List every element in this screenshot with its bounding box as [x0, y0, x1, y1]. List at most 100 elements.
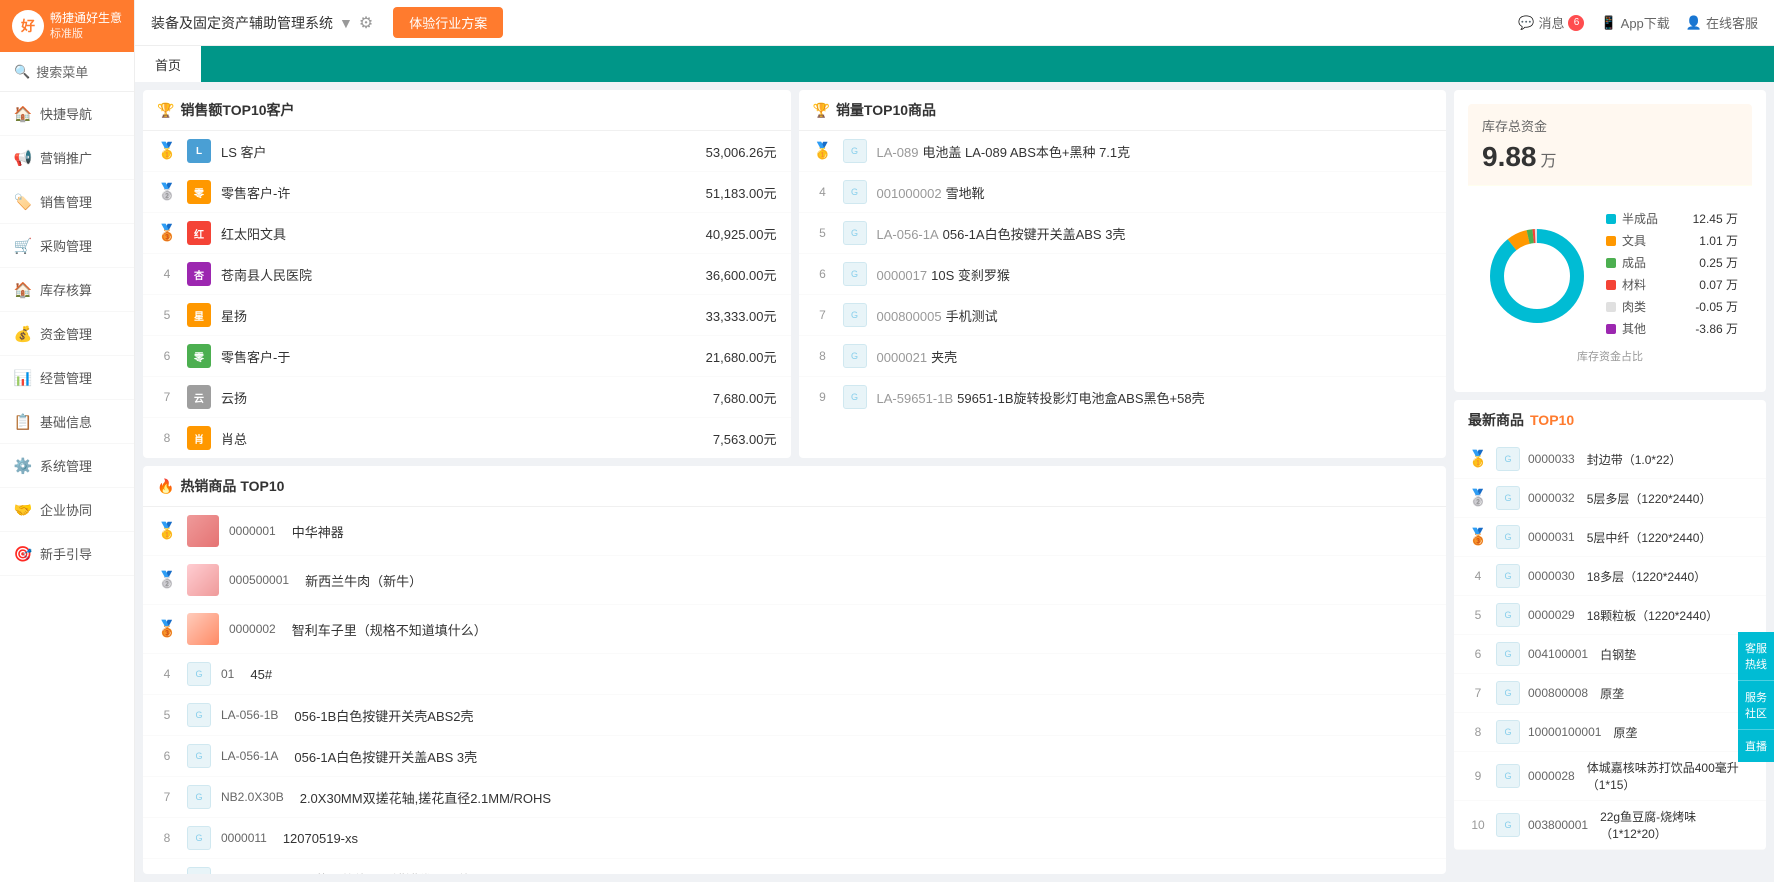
product-thumb: G — [843, 139, 867, 163]
product-thumb: G — [1496, 681, 1520, 705]
legend-item: 半成品 12.45 万 — [1606, 210, 1738, 227]
left-panel: 🏆 销售额TOP10客户 🥇 L LS 客户 53,006.26元 — [135, 82, 1454, 882]
sidebar-item-marketing[interactable]: 📢 营销推广 — [0, 136, 134, 180]
table-row: 4 G 001000002雪地靴 — [799, 172, 1447, 213]
main-area: 装备及固定资产辅助管理系统 ▼ ⚙ 体验行业方案 💬 消息 6 📱 App下载 … — [135, 0, 1774, 882]
table-row: 🥉 红 红太阳文具 40,925.00元 — [143, 213, 791, 254]
live-btn[interactable]: 直播 — [1738, 730, 1774, 762]
content-area: 🏆 销售额TOP10客户 🥇 L LS 客户 53,006.26元 — [135, 82, 1774, 882]
table-row: 8 G 0000021夹壳 — [799, 336, 1447, 377]
product-thumb: G — [1496, 486, 1520, 510]
legend-dot — [1606, 214, 1616, 224]
inventory-legend: 半成品 12.45 万 文具 1.01 万 成品 0 — [1606, 210, 1738, 342]
messages-badge: 6 — [1568, 15, 1584, 31]
marketing-icon: 📢 — [14, 149, 32, 167]
right-panel: 库存总资金 9.88 万 — [1454, 82, 1774, 882]
online-service-btn[interactable]: 👤 在线客服 — [1686, 13, 1758, 32]
rank-icon: 🥇 — [157, 141, 177, 161]
product-thumb: G — [843, 385, 867, 409]
settings-icon[interactable]: ⚙ — [359, 13, 373, 33]
table-row: 7 云 云扬 7,680.00元 — [143, 377, 791, 418]
sidebar-item-guide[interactable]: 🎯 新手引导 — [0, 532, 134, 576]
avatar: 星 — [187, 303, 211, 327]
inventory-icon: 🏠 — [14, 281, 32, 299]
system-icon: ⚙️ — [14, 457, 32, 475]
tab-home[interactable]: 首页 — [135, 46, 201, 82]
product-thumb: G — [843, 303, 867, 327]
trial-btn[interactable]: 体验行业方案 — [393, 7, 503, 38]
table-row: 6 G 000001710S 变刹罗猴 — [799, 254, 1447, 295]
dropdown-icon[interactable]: ▼ — [339, 15, 353, 31]
donut-chart — [1482, 221, 1592, 331]
sidebar-item-basic-info[interactable]: 📋 基础信息 — [0, 400, 134, 444]
product-thumb: G — [187, 703, 211, 727]
search-menu[interactable]: 🔍 搜索菜单 — [0, 52, 134, 92]
service-icon: 👤 — [1686, 15, 1702, 31]
list-item: 5 G 0000029 18颗粒板（1220*2440） — [1454, 596, 1766, 635]
list-item: 9 G 0000028 体城嘉核味苏打饮品400毫升（1*15） — [1454, 752, 1766, 801]
hot-products-card: 🔥 热销商品 TOP10 🥇 0000001 中华神器 — [143, 466, 1446, 874]
search-icon: 🔍 — [14, 64, 30, 80]
table-row: 8 肖 肖总 7,563.00元 — [143, 418, 791, 458]
product-thumb: G — [1496, 720, 1520, 744]
topbar-right: 💬 消息 6 📱 App下载 👤 在线客服 — [1518, 13, 1758, 32]
legend-item: 材料 0.07 万 — [1606, 276, 1738, 293]
home-icon: 🏠 — [14, 105, 32, 123]
sales-qty-top10-card: 🏆 销量TOP10商品 🥇 G LA-089电池盖 LA-089 ABS本色+黑… — [799, 90, 1447, 458]
sidebar-item-operations[interactable]: 📊 经营管理 — [0, 356, 134, 400]
topbar: 装备及固定资产辅助管理系统 ▼ ⚙ 体验行业方案 💬 消息 6 📱 App下载 … — [135, 0, 1774, 46]
list-item: 🥇 G 0000033 封边带（1.0*22） — [1454, 440, 1766, 479]
product-thumb: G — [187, 867, 211, 874]
list-item: 🥉 G 0000031 5层中纤（1220*2440） — [1454, 518, 1766, 557]
avatar: L — [187, 139, 211, 163]
customer-service-btn[interactable]: 客服 热线 — [1738, 632, 1774, 681]
sidebar-item-finance[interactable]: 💰 资金管理 — [0, 312, 134, 356]
list-item: 7 G 000800008 原垄 — [1454, 674, 1766, 713]
sidebar-item-inventory[interactable]: 🏠 库存核算 — [0, 268, 134, 312]
sidebar-logo: 好 畅捷通好生意 标准版 — [0, 0, 134, 52]
rank-icon: 🥈 — [157, 182, 177, 202]
new-products-card: 最新商品 TOP10 🥇 G 0000033 封边带（1.0*22） 🥈 G 0… — [1454, 400, 1766, 850]
inventory-title: 库存总资金 — [1482, 116, 1738, 135]
community-btn[interactable]: 服务 社区 — [1738, 681, 1774, 730]
rank-icon: 🥉 — [157, 223, 177, 243]
message-icon: 💬 — [1518, 15, 1534, 31]
legend-dot — [1606, 236, 1616, 246]
product-image — [187, 564, 219, 596]
inventory-card: 库存总资金 9.88 万 — [1454, 90, 1766, 392]
product-thumb: G — [1496, 525, 1520, 549]
list-item: 8 G 0000011 12070519-xs — [143, 818, 1446, 859]
inventory-label: 库存资金占比 — [1482, 348, 1738, 364]
app-download-btn[interactable]: 📱 App下载 — [1600, 13, 1669, 32]
logo-text: 畅捷通好生意 标准版 — [50, 11, 122, 41]
sidebar-item-quick-nav[interactable]: 🏠 快捷导航 — [0, 92, 134, 136]
sidebar-item-system[interactable]: ⚙️ 系统管理 — [0, 444, 134, 488]
customers-top10-card: 🏆 销售额TOP10客户 🥇 L LS 客户 53,006.26元 — [143, 90, 791, 458]
legend-item: 文具 1.01 万 — [1606, 232, 1738, 249]
avatar: 云 — [187, 385, 211, 409]
customers-top10-list: 🥇 L LS 客户 53,006.26元 🥈 零 零售客户-许 51,183.0… — [143, 131, 791, 458]
product-thumb: G — [187, 662, 211, 686]
product-thumb: G — [1496, 603, 1520, 627]
hot-products-header: 🔥 热销商品 TOP10 — [143, 466, 1446, 507]
product-thumb: G — [187, 785, 211, 809]
product-image — [187, 515, 219, 547]
list-item: 8 G 10000100001 原垄 — [1454, 713, 1766, 752]
sidebar-item-enterprise[interactable]: 🤝 企业协同 — [0, 488, 134, 532]
sidebar-item-sales[interactable]: 🏷️ 销售管理 — [0, 180, 134, 224]
product-thumb: G — [187, 826, 211, 850]
inventory-amount: 9.88 — [1482, 141, 1537, 173]
guide-icon: 🎯 — [14, 545, 32, 563]
system-title: 装备及固定资产辅助管理系统 — [151, 13, 333, 33]
product-image — [187, 613, 219, 645]
float-buttons: 客服 热线 服务 社区 直播 — [1738, 632, 1774, 762]
table-row: 5 星 星扬 33,333.00元 — [143, 295, 791, 336]
sidebar-item-purchase[interactable]: 🛒 采购管理 — [0, 224, 134, 268]
hot-icon: 🔥 — [157, 478, 174, 495]
product-thumb: G — [1496, 564, 1520, 588]
list-item: 6 G 004100001 白钢垫 — [1454, 635, 1766, 674]
messages-btn[interactable]: 💬 消息 6 — [1518, 13, 1584, 32]
avatar: 杏 — [187, 262, 211, 286]
list-item: 6 G LA-056-1A 056-1A白色按键开关盖ABS 3壳 — [143, 736, 1446, 777]
inventory-unit: 万 — [1541, 147, 1557, 171]
